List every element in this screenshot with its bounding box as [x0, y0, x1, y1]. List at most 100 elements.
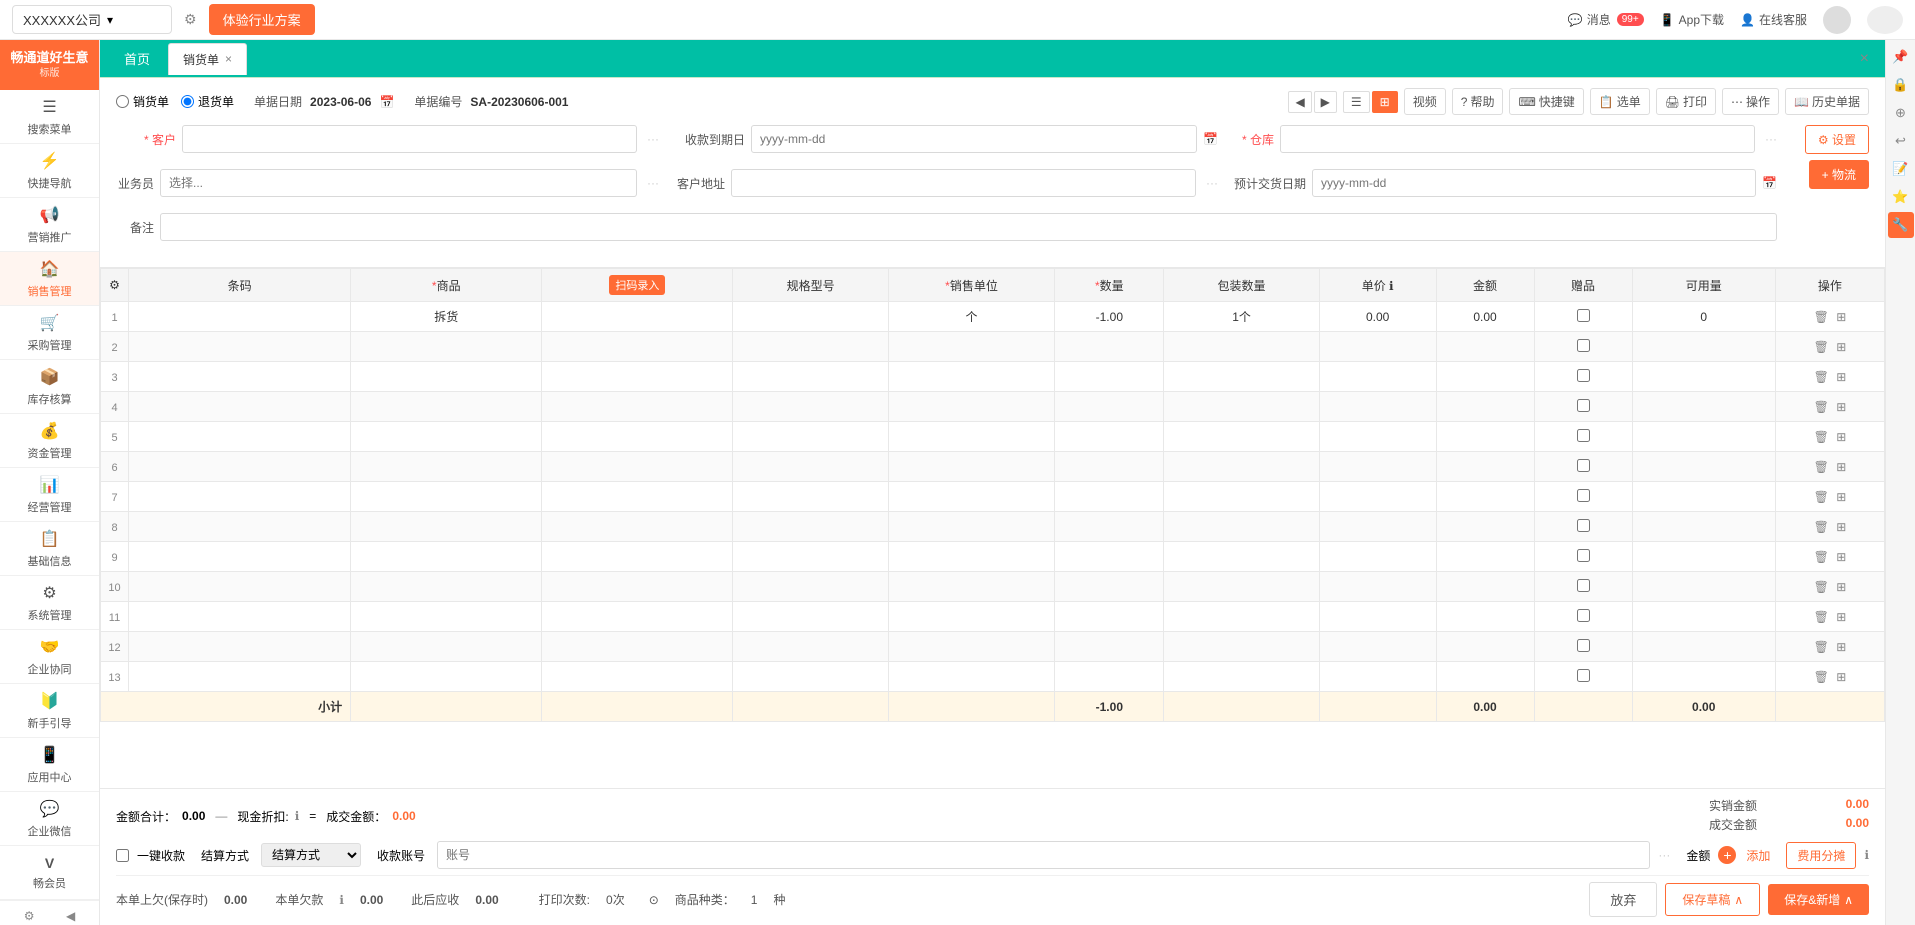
row-gift[interactable]	[1534, 332, 1632, 362]
settlement-select[interactable]: 结算方式	[261, 843, 361, 867]
this-doc-short-icon[interactable]: ℹ	[339, 893, 344, 907]
history-btn[interactable]: 📖 历史单据	[1785, 88, 1869, 115]
copy-icon[interactable]: ⊞	[1836, 580, 1846, 594]
delete-icon[interactable]: 🗑	[1814, 370, 1829, 384]
row-gift[interactable]	[1534, 542, 1632, 572]
sidebar-item-enterprise[interactable]: 🤝 企业协同	[0, 630, 99, 684]
row-qty[interactable]	[1055, 422, 1164, 452]
row-qty[interactable]	[1055, 512, 1164, 542]
select-btn[interactable]: 📋 选单	[1590, 88, 1650, 115]
row-spec[interactable]	[733, 572, 888, 602]
row-product[interactable]	[351, 452, 542, 482]
row-price[interactable]	[1319, 542, 1436, 572]
row-barcode[interactable]	[129, 542, 351, 572]
row-price[interactable]	[1319, 632, 1436, 662]
row-pack-qty[interactable]	[1164, 362, 1319, 392]
copy-icon[interactable]: ⊞	[1836, 640, 1846, 654]
row-barcode[interactable]	[129, 662, 351, 692]
due-date-input[interactable]	[751, 125, 1197, 153]
row-barcode[interactable]	[129, 452, 351, 482]
row-spec[interactable]	[733, 302, 888, 332]
row-qty[interactable]	[1055, 452, 1164, 482]
right-tool-edit[interactable]: 📝	[1888, 156, 1914, 182]
row-unit[interactable]	[888, 512, 1054, 542]
video-btn[interactable]: 视频	[1404, 88, 1446, 115]
row-barcode[interactable]	[129, 632, 351, 662]
delete-icon[interactable]: 🗑	[1814, 340, 1829, 354]
row-spec[interactable]	[733, 602, 888, 632]
calendar-icon[interactable]: 📅	[379, 95, 394, 109]
copy-icon[interactable]: ⊞	[1836, 550, 1846, 564]
copy-icon[interactable]: ⊞	[1836, 340, 1846, 354]
row-gift[interactable]	[1534, 512, 1632, 542]
delete-icon[interactable]: 🗑	[1814, 460, 1829, 474]
view-grid-btn[interactable]: ⊞	[1372, 91, 1398, 113]
row-pack-qty[interactable]	[1164, 332, 1319, 362]
sidebar-item-member[interactable]: V 畅会员	[0, 846, 99, 900]
shortcut-btn[interactable]: ⌨ 快捷键	[1509, 88, 1583, 115]
row-unit[interactable]	[888, 542, 1054, 572]
sidebar-settings-icon[interactable]: ⚙	[24, 909, 35, 923]
row-spec[interactable]	[733, 662, 888, 692]
row-amount[interactable]	[1436, 632, 1534, 662]
row-qty[interactable]	[1055, 482, 1164, 512]
row-amount[interactable]	[1436, 602, 1534, 632]
row-amount[interactable]	[1436, 452, 1534, 482]
row-amount[interactable]: 0.00	[1436, 302, 1534, 332]
tab-home[interactable]: 首页	[108, 40, 166, 77]
settings-form-btn[interactable]: ⚙ 设置	[1805, 125, 1869, 154]
row-amount[interactable]	[1436, 542, 1534, 572]
sidebar-item-newbie[interactable]: 🔰 新手引导	[0, 684, 99, 738]
row-gift[interactable]	[1534, 362, 1632, 392]
warehouse-dots[interactable]: ···	[1765, 132, 1777, 146]
tab-close-icon[interactable]: ×	[225, 52, 232, 66]
row-pack-qty[interactable]	[1164, 602, 1319, 632]
row-barcode[interactable]	[129, 422, 351, 452]
row-price[interactable]	[1319, 362, 1436, 392]
copy-icon[interactable]: ⊞	[1836, 520, 1846, 534]
row-product[interactable]	[351, 482, 542, 512]
delete-icon[interactable]: 🗑	[1814, 670, 1829, 684]
avatar[interactable]	[1823, 6, 1851, 34]
sidebar-item-finance[interactable]: 💰 资金管理	[0, 414, 99, 468]
address-input[interactable]	[731, 169, 1196, 197]
sidebar-collapse-icon[interactable]: ◀	[66, 909, 75, 923]
sales-order-radio[interactable]: 销货单	[116, 93, 169, 110]
row-spec[interactable]	[733, 452, 888, 482]
sidebar-item-system[interactable]: ⚙ 系统管理	[0, 576, 99, 630]
logistics-btn[interactable]: + 物流	[1809, 160, 1869, 189]
row-unit[interactable]	[888, 452, 1054, 482]
sidebar-item-purchase[interactable]: 🛒 采购管理	[0, 306, 99, 360]
sales-order-radio-input[interactable]	[116, 95, 129, 108]
row-price[interactable]	[1319, 512, 1436, 542]
row-barcode[interactable]	[129, 392, 351, 422]
next-arrow[interactable]: ▶	[1314, 91, 1337, 113]
row-pack-qty[interactable]	[1164, 422, 1319, 452]
row-amount[interactable]	[1436, 362, 1534, 392]
copy-icon[interactable]: ⊞	[1836, 370, 1846, 384]
sidebar-item-quick-nav[interactable]: ⚡ 快捷导航	[0, 144, 99, 198]
delete-icon[interactable]: 🗑	[1814, 610, 1829, 624]
dots-separator[interactable]: ···	[1658, 848, 1670, 862]
row-barcode[interactable]	[129, 482, 351, 512]
row-barcode[interactable]	[129, 302, 351, 332]
row-barcode[interactable]	[129, 572, 351, 602]
save-new-btn[interactable]: 保存&新增 ∧	[1768, 884, 1869, 915]
expected-date-calendar-icon[interactable]: 📅	[1762, 176, 1777, 190]
row-barcode[interactable]	[129, 512, 351, 542]
row-unit[interactable]: 个	[888, 302, 1054, 332]
account-input[interactable]	[437, 841, 1650, 869]
delete-icon[interactable]: 🗑	[1814, 400, 1829, 414]
row-pack-qty[interactable]	[1164, 392, 1319, 422]
sidebar-item-marketing[interactable]: 📢 营销推广	[0, 198, 99, 252]
save-draft-btn[interactable]: 保存草稿 ∧	[1665, 883, 1760, 916]
copy-icon[interactable]: ⊞	[1836, 610, 1846, 624]
right-tool-back[interactable]: ↩	[1888, 128, 1914, 154]
row-price[interactable]	[1319, 662, 1436, 692]
copy-icon[interactable]: ⊞	[1836, 460, 1846, 474]
row-product[interactable]	[351, 362, 542, 392]
help-btn[interactable]: ? 帮助	[1452, 88, 1504, 115]
row-spec[interactable]	[733, 422, 888, 452]
row-price[interactable]	[1319, 482, 1436, 512]
delete-icon[interactable]: 🗑	[1814, 310, 1829, 324]
